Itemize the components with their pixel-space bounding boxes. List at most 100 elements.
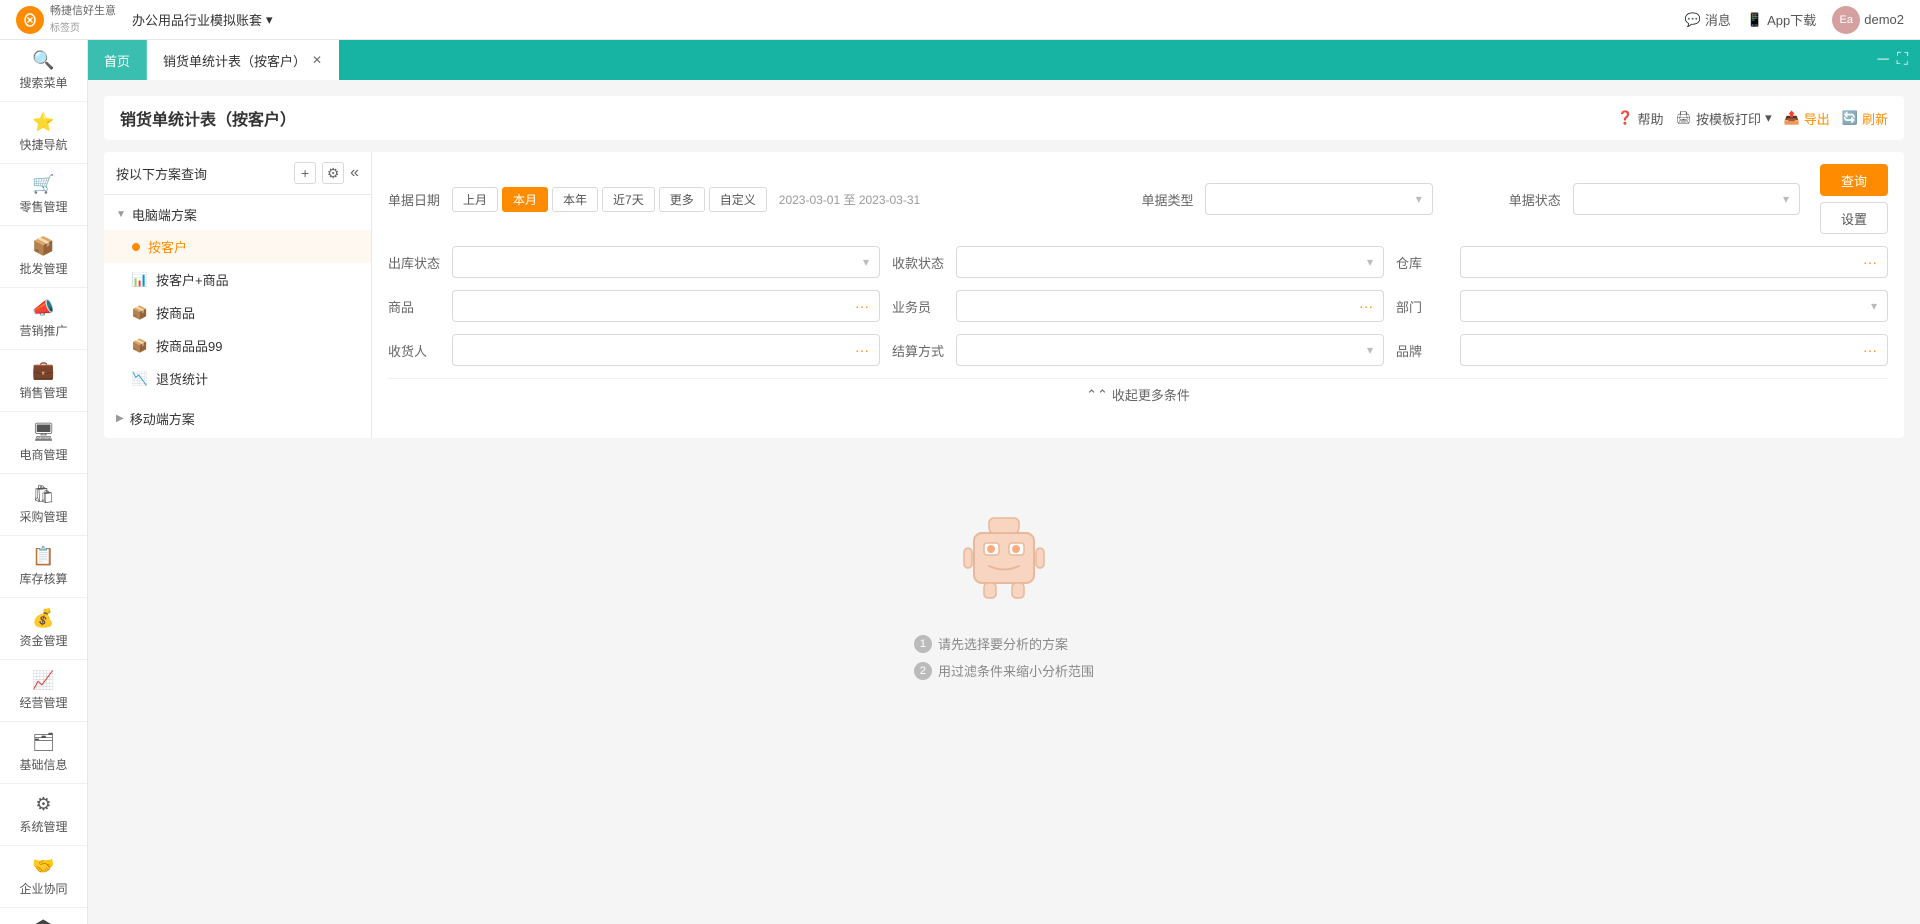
download-icon: 📱 (1747, 12, 1763, 28)
scheme-item-by-product-label: 按商品 (156, 303, 195, 322)
sidebar-item-retail[interactable]: 🛒 零售管理 (0, 164, 87, 226)
app-download-btn[interactable]: 📱 App下载 (1747, 10, 1816, 29)
help-btn[interactable]: ❓ 帮助 (1617, 109, 1663, 128)
scheme-group-mobile-header[interactable]: ▶ 移动端方案 (104, 403, 371, 434)
app-selector[interactable]: 办公用品行业模拟账套 ▾ (124, 10, 281, 29)
warehouse-control[interactable]: ··· (1460, 246, 1888, 278)
date-btn-this-year[interactable]: 本年 (552, 187, 598, 212)
scheme-group-mobile: ▶ 移动端方案 (104, 399, 371, 438)
cooperation-icon: 🤝 (32, 856, 54, 877)
out-status-arrow-icon: ▾ (863, 255, 869, 269)
sidebar-item-marketing[interactable]: 📣 营销推广 (0, 288, 87, 350)
out-status-control[interactable]: ▾ (452, 246, 880, 278)
sidebar-item-sales-mgmt[interactable]: 💼 销售管理 (0, 350, 87, 412)
date-btn-this-month[interactable]: 本月 (502, 187, 548, 212)
scheme-collapse-btn[interactable]: « (350, 164, 359, 182)
setting-btn[interactable]: 设置 (1820, 202, 1888, 234)
sales-icon: 💼 (32, 360, 54, 381)
sidebar-label-inventory: 库存核算 (19, 570, 67, 587)
receipt-status-control[interactable]: ▾ (956, 246, 1384, 278)
sidebar-label-basic: 基础信息 (19, 756, 67, 773)
refresh-btn[interactable]: 🔄 刷新 (1842, 109, 1888, 128)
sidebar-item-purchase[interactable]: 🛍 采购管理 (0, 474, 87, 536)
scheme-item-customer-product-label: 按客户+商品 (156, 270, 229, 289)
scheme-settings-btn[interactable]: ⚙ (322, 162, 344, 184)
tab-maximize-btn[interactable]: ⛶ (1897, 51, 1908, 69)
doc-status-label: 单据状态 (1509, 190, 1565, 209)
salesperson-control[interactable]: ··· (956, 290, 1384, 322)
scheme-item-by-product-99[interactable]: 📦 按商品品99 (104, 329, 371, 362)
receipt-status-item: 收款状态 ▾ (892, 246, 1384, 278)
message-btn[interactable]: 💬 消息 (1685, 10, 1731, 29)
pc-group-label: 电脑端方案 (132, 205, 197, 224)
sidebar-item-search[interactable]: 🔍 搜索菜单 (0, 40, 87, 102)
query-btn[interactable]: 查询 (1820, 164, 1888, 196)
scheme-item-by-product[interactable]: 📦 按商品 (104, 296, 371, 329)
app-subtitle: 标签页 (50, 19, 116, 34)
sidebar-item-basic[interactable]: 🗂 基础信息 (0, 722, 87, 784)
active-dot (132, 243, 140, 251)
system-icon: ⚙ (35, 794, 51, 815)
scheme-item-customer-product[interactable]: 📊 按客户+商品 (104, 263, 371, 296)
operation-icon: 📈 (32, 670, 54, 691)
department-control[interactable]: ▾ (1460, 290, 1888, 322)
sidebar-item-inventory[interactable]: 📋 库存核算 (0, 536, 87, 598)
doc-type-label: 单据类型 (1141, 190, 1197, 209)
scheme-item-return-stat[interactable]: 📉 退货统计 (104, 362, 371, 395)
user-profile-btn[interactable]: Ea demo2 (1832, 6, 1904, 34)
sidebar-label-wholesale: 批发管理 (19, 260, 67, 277)
date-btn-more[interactable]: 更多 (659, 187, 705, 212)
doc-status-control[interactable]: ▾ (1573, 183, 1800, 215)
tab-minimize-btn[interactable]: ─ (1877, 51, 1888, 69)
logo-text-area: 畅捷信好生意 标签页 (50, 5, 116, 33)
brand-control[interactable]: ··· (1460, 334, 1888, 366)
tab-close-btn[interactable]: ✕ (312, 53, 322, 67)
consignee-control[interactable]: ··· (452, 334, 880, 366)
date-filter-row: 单据日期 上月 本月 本年 近7天 更多 自定义 2023-03-01 至 20… (388, 164, 1888, 234)
scheme-group-pc-header[interactable]: ▼ 电脑端方案 (104, 199, 371, 230)
date-btn-last-month[interactable]: 上月 (452, 187, 498, 212)
date-btn-custom[interactable]: 自定义 (709, 187, 767, 212)
scheme-item-by-customer[interactable]: 按客户 (104, 230, 371, 263)
ecom-icon: 🖥 (32, 422, 55, 443)
sidebar-item-finance[interactable]: 💰 资金管理 (0, 598, 87, 660)
sidebar-label-sales-mgmt: 销售管理 (19, 384, 67, 401)
sidebar-item-wholesale[interactable]: 📦 批发管理 (0, 226, 87, 288)
sidebar-item-system[interactable]: ⚙ 系统管理 (0, 784, 87, 846)
message-icon: 💬 (1685, 12, 1701, 28)
brand-item: 品牌 ··· (1396, 334, 1888, 366)
out-status-item: 出库状态 ▾ (388, 246, 880, 278)
sidebar-item-quick-nav[interactable]: ⭐ 快捷导航 (0, 102, 87, 164)
collapse-row[interactable]: ⌃⌃ 收起更多条件 (388, 378, 1888, 410)
sidebar-item-operation[interactable]: 📈 经营管理 (0, 660, 87, 722)
settlement-control[interactable]: ▾ (956, 334, 1384, 366)
sidebar-item-cooperation[interactable]: 🤝 企业协同 (0, 846, 87, 908)
scheme-item-return-stat-label: 退货统计 (156, 369, 208, 388)
sidebar-item-ecom[interactable]: 🖥 电商管理 (0, 412, 87, 474)
department-label: 部门 (1396, 297, 1452, 316)
logo-icon (16, 6, 44, 34)
tip-text-1: 请先选择要分析的方案 (938, 634, 1068, 653)
export-label: 导出 (1804, 109, 1830, 128)
tab-home[interactable]: 首页 (88, 40, 147, 80)
date-btn-7days[interactable]: 近7天 (602, 187, 655, 212)
empty-state: 1 请先选择要分析的方案 2 用过滤条件来缩小分析范围 (104, 438, 1904, 740)
doc-type-control[interactable]: ▾ (1205, 183, 1432, 215)
top-bar: 畅捷信好生意 标签页 办公用品行业模拟账套 ▾ 💬 消息 📱 App下载 Ea (0, 0, 1920, 40)
product-item: 商品 ··· (388, 290, 880, 322)
warehouse-label: 仓库 (1396, 253, 1452, 272)
collapse-up-icon: ⌃⌃ (1086, 387, 1108, 403)
empty-tip-1: 1 请先选择要分析的方案 (914, 634, 1094, 653)
tip-num-1: 1 (914, 635, 932, 653)
product-control[interactable]: ··· (452, 290, 880, 322)
scheme-add-btn[interactable]: + (294, 162, 316, 184)
filter-panel: 单据日期 上月 本月 本年 近7天 更多 自定义 2023-03-01 至 20… (372, 152, 1904, 438)
tab-sales-stat[interactable]: 销货单统计表（按客户） ✕ (147, 40, 339, 80)
settlement-item: 结算方式 ▾ (892, 334, 1384, 366)
print-btn[interactable]: 🖨 按模板打印 ▾ (1676, 109, 1772, 128)
sidebar-label-marketing: 营销推广 (19, 322, 67, 339)
scheme-item-by-product-99-label: 按商品品99 (156, 336, 222, 355)
sidebar-item-guide[interactable]: 🎓 新手引导 (0, 908, 87, 924)
brand-dots-icon: ··· (1863, 342, 1877, 358)
export-btn[interactable]: 📤 导出 (1784, 109, 1830, 128)
